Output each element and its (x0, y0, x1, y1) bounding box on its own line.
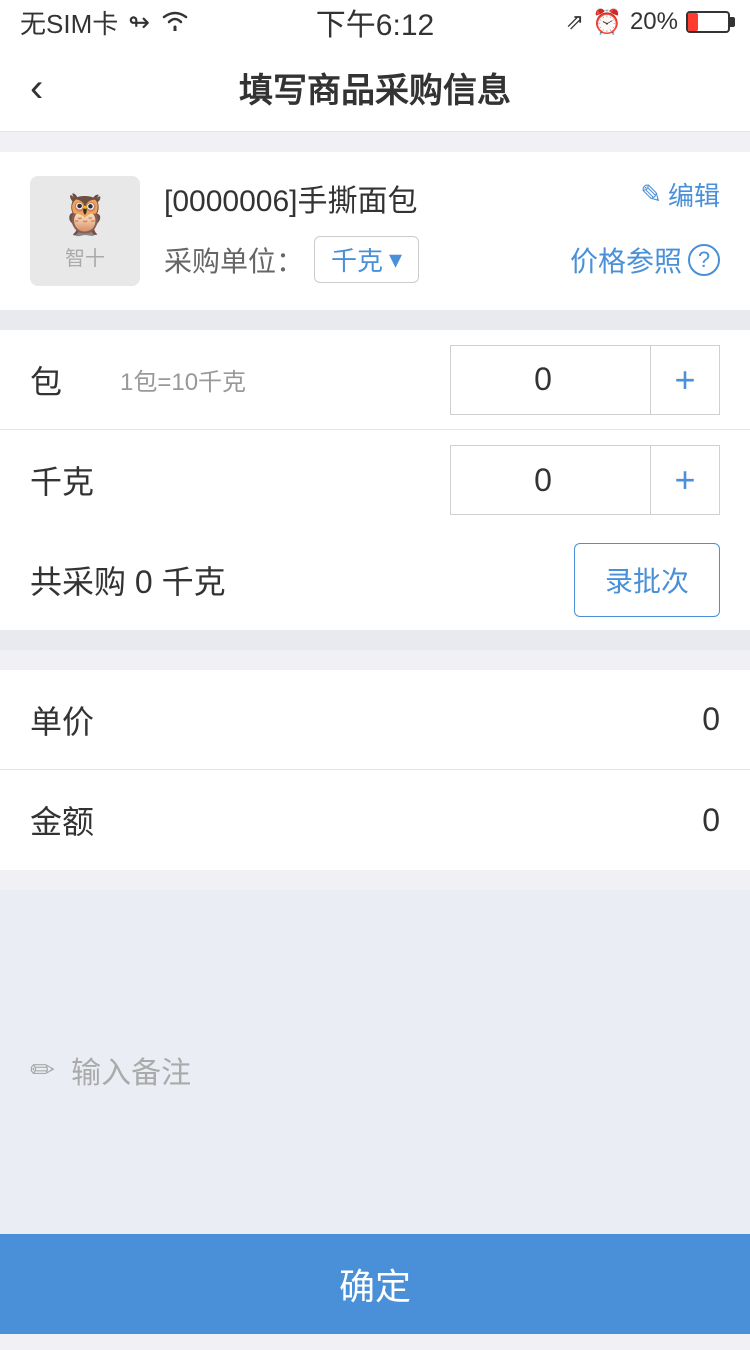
kg-plus-button[interactable]: + (650, 445, 720, 515)
kg-input-row: 千克 + (0, 430, 750, 530)
back-button[interactable]: ‹ (30, 68, 43, 108)
status-bar: 无SIM卡 ↬ 下午6:12 ⇗ ⏰ 20% (0, 0, 750, 44)
bag-sub-label: 1包=10千克 (120, 362, 246, 397)
location-icon: ⇗ (566, 9, 584, 35)
total-unit: 千克 (162, 564, 226, 600)
remark-placeholder-text: 输入备注 (71, 1048, 191, 1092)
section-divider-1 (0, 310, 750, 330)
alarm-icon: ⏰ (592, 8, 622, 37)
section-divider-2 (0, 630, 750, 650)
carrier-text: 无SIM卡 (20, 4, 118, 41)
total-row: 共采购 0 千克 录批次 (0, 530, 750, 630)
pencil-icon: ✏ (30, 1053, 55, 1088)
price-ref-label: 价格参照 (570, 240, 682, 280)
product-card: 🦉 智十 [0000006]手撕面包 ✎ 编辑 采购单位： 千克 ▾ 价格参照 … (0, 152, 750, 310)
product-unit-row: 采购单位： 千克 ▾ 价格参照 ? (164, 236, 720, 283)
confirm-button[interactable]: 确定 (0, 1234, 750, 1334)
remark-placeholder: ✏ 输入备注 (30, 1048, 191, 1092)
edit-icon: ✎ (640, 179, 662, 210)
price-reference-btn[interactable]: 价格参照 ? (570, 240, 720, 280)
bag-input-row: 包 1包=10千克 + (0, 330, 750, 430)
unit-price-row: 单价 0 (0, 670, 750, 770)
battery-percent: 20% (630, 8, 678, 36)
unit-select-dropdown[interactable]: 千克 ▾ (314, 236, 419, 283)
total-amount: 0 (135, 564, 153, 600)
unit-label: 采购单位： 千克 ▾ (164, 236, 419, 283)
bag-label: 包 (30, 357, 110, 403)
product-name: [0000006]手撕面包 (164, 176, 417, 220)
bag-input[interactable] (450, 345, 650, 415)
amount-label: 金额 (30, 797, 94, 843)
product-info: [0000006]手撕面包 ✎ 编辑 采购单位： 千克 ▾ 价格参照 ? (164, 176, 720, 283)
kg-input[interactable] (450, 445, 650, 515)
info-icon: ? (688, 244, 720, 276)
chevron-down-icon: ▾ (389, 244, 402, 275)
total-prefix: 共采购 (30, 564, 126, 600)
edit-label: 编辑 (668, 176, 720, 213)
product-image: 🦉 智十 (30, 176, 140, 286)
input-section: 包 1包=10千克 + 千克 + (0, 330, 750, 530)
kg-label: 千克 (30, 457, 110, 503)
edit-button[interactable]: ✎ 编辑 (640, 176, 720, 213)
status-bar-time: 下午6:12 (316, 0, 434, 44)
total-text: 共采购 0 千克 (30, 557, 226, 603)
price-section: 单价 0 金额 0 (0, 670, 750, 870)
amount-row: 金额 0 (0, 770, 750, 870)
status-bar-left: 无SIM卡 ↬ (20, 4, 190, 41)
wifi-icon: ↬ (128, 7, 150, 38)
record-batch-button[interactable]: 录批次 (574, 543, 720, 617)
unit-value: 千克 (331, 241, 383, 278)
wifi-signal-icon (160, 7, 190, 38)
amount-value: 0 (702, 802, 720, 839)
product-logo-icon: 🦉 (60, 191, 110, 238)
product-logo-text: 智十 (60, 242, 110, 271)
bag-plus-button[interactable]: + (650, 345, 720, 415)
product-header: [0000006]手撕面包 ✎ 编辑 (164, 176, 720, 220)
unit-price-value: 0 (702, 701, 720, 738)
unit-prefix: 采购单位： (164, 240, 304, 280)
battery-icon (686, 11, 730, 33)
status-bar-right: ⇗ ⏰ 20% (566, 8, 730, 37)
remark-section[interactable]: ✏ 输入备注 (0, 890, 750, 1250)
unit-price-label: 单价 (30, 697, 94, 743)
nav-bar: ‹ 填写商品采购信息 (0, 44, 750, 132)
page-title: 填写商品采购信息 (239, 63, 511, 112)
bag-input-wrap: + (450, 345, 720, 415)
kg-input-wrap: + (450, 445, 720, 515)
